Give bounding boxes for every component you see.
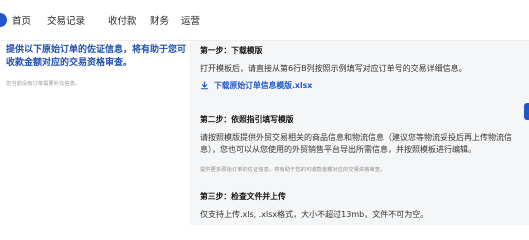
download-template-link[interactable]: 下载原始订单信息模版.xlsx [200, 79, 312, 91]
nav-item-home[interactable]: 首页 [12, 13, 31, 27]
step3-text: 仅支持上传.xls, .xlsx格式，大小不超过13mb，文件不可为空。 [200, 210, 429, 219]
download-template-label: 下载原始订单信息模版.xlsx [214, 80, 313, 90]
order-evidence-panel: 提供以下原始订单的佐证信息，将有助于您可收款金额对应的交易资格审查。 您当前没有… [0, 41, 190, 225]
download-icon [200, 80, 209, 89]
top-navigation-bar: 首页 交易记录 收付款 财务 运营 [0, 0, 529, 41]
nav-item-payments[interactable]: 收付款 [108, 13, 137, 27]
empty-orders-note: 您当前没有订单需要补充信息。 [6, 81, 81, 87]
nav-item-finance[interactable]: 财务 [150, 13, 169, 27]
brand-logo[interactable] [0, 13, 7, 27]
panel-title: 提供以下原始订单的佐证信息，将有助于您可收款金额对应的交易资格审查。 [6, 45, 187, 68]
step2-note: 提供更多原始订单的佐证信息，将有助于您的可收款金额对应的交易资格审查。 [200, 167, 386, 173]
floating-side-tab[interactable] [524, 103, 529, 120]
step3-title: 第三步：检查文件并上传 [200, 192, 286, 201]
step2-text: 请按照模版提供外贸交易相关的商品信息和物流信息（建议您等物流妥投后再上传物流信息… [200, 133, 512, 154]
step1-title: 第一步：下载模版 [200, 46, 263, 55]
step1-text: 打开模板后，请直接从第6行B列按照示例填写对应订单号的交易详细信息。 [200, 64, 467, 73]
nav-item-operations[interactable]: 运营 [181, 13, 200, 27]
step2-title: 第二步：依照指引填写模版 [200, 115, 294, 124]
nav-item-transactions[interactable]: 交易记录 [47, 13, 85, 27]
instructions-panel: 第一步：下载模版 打开模板后，请直接从第6行B列按照示例填写对应订单号的交易详细… [191, 41, 529, 225]
